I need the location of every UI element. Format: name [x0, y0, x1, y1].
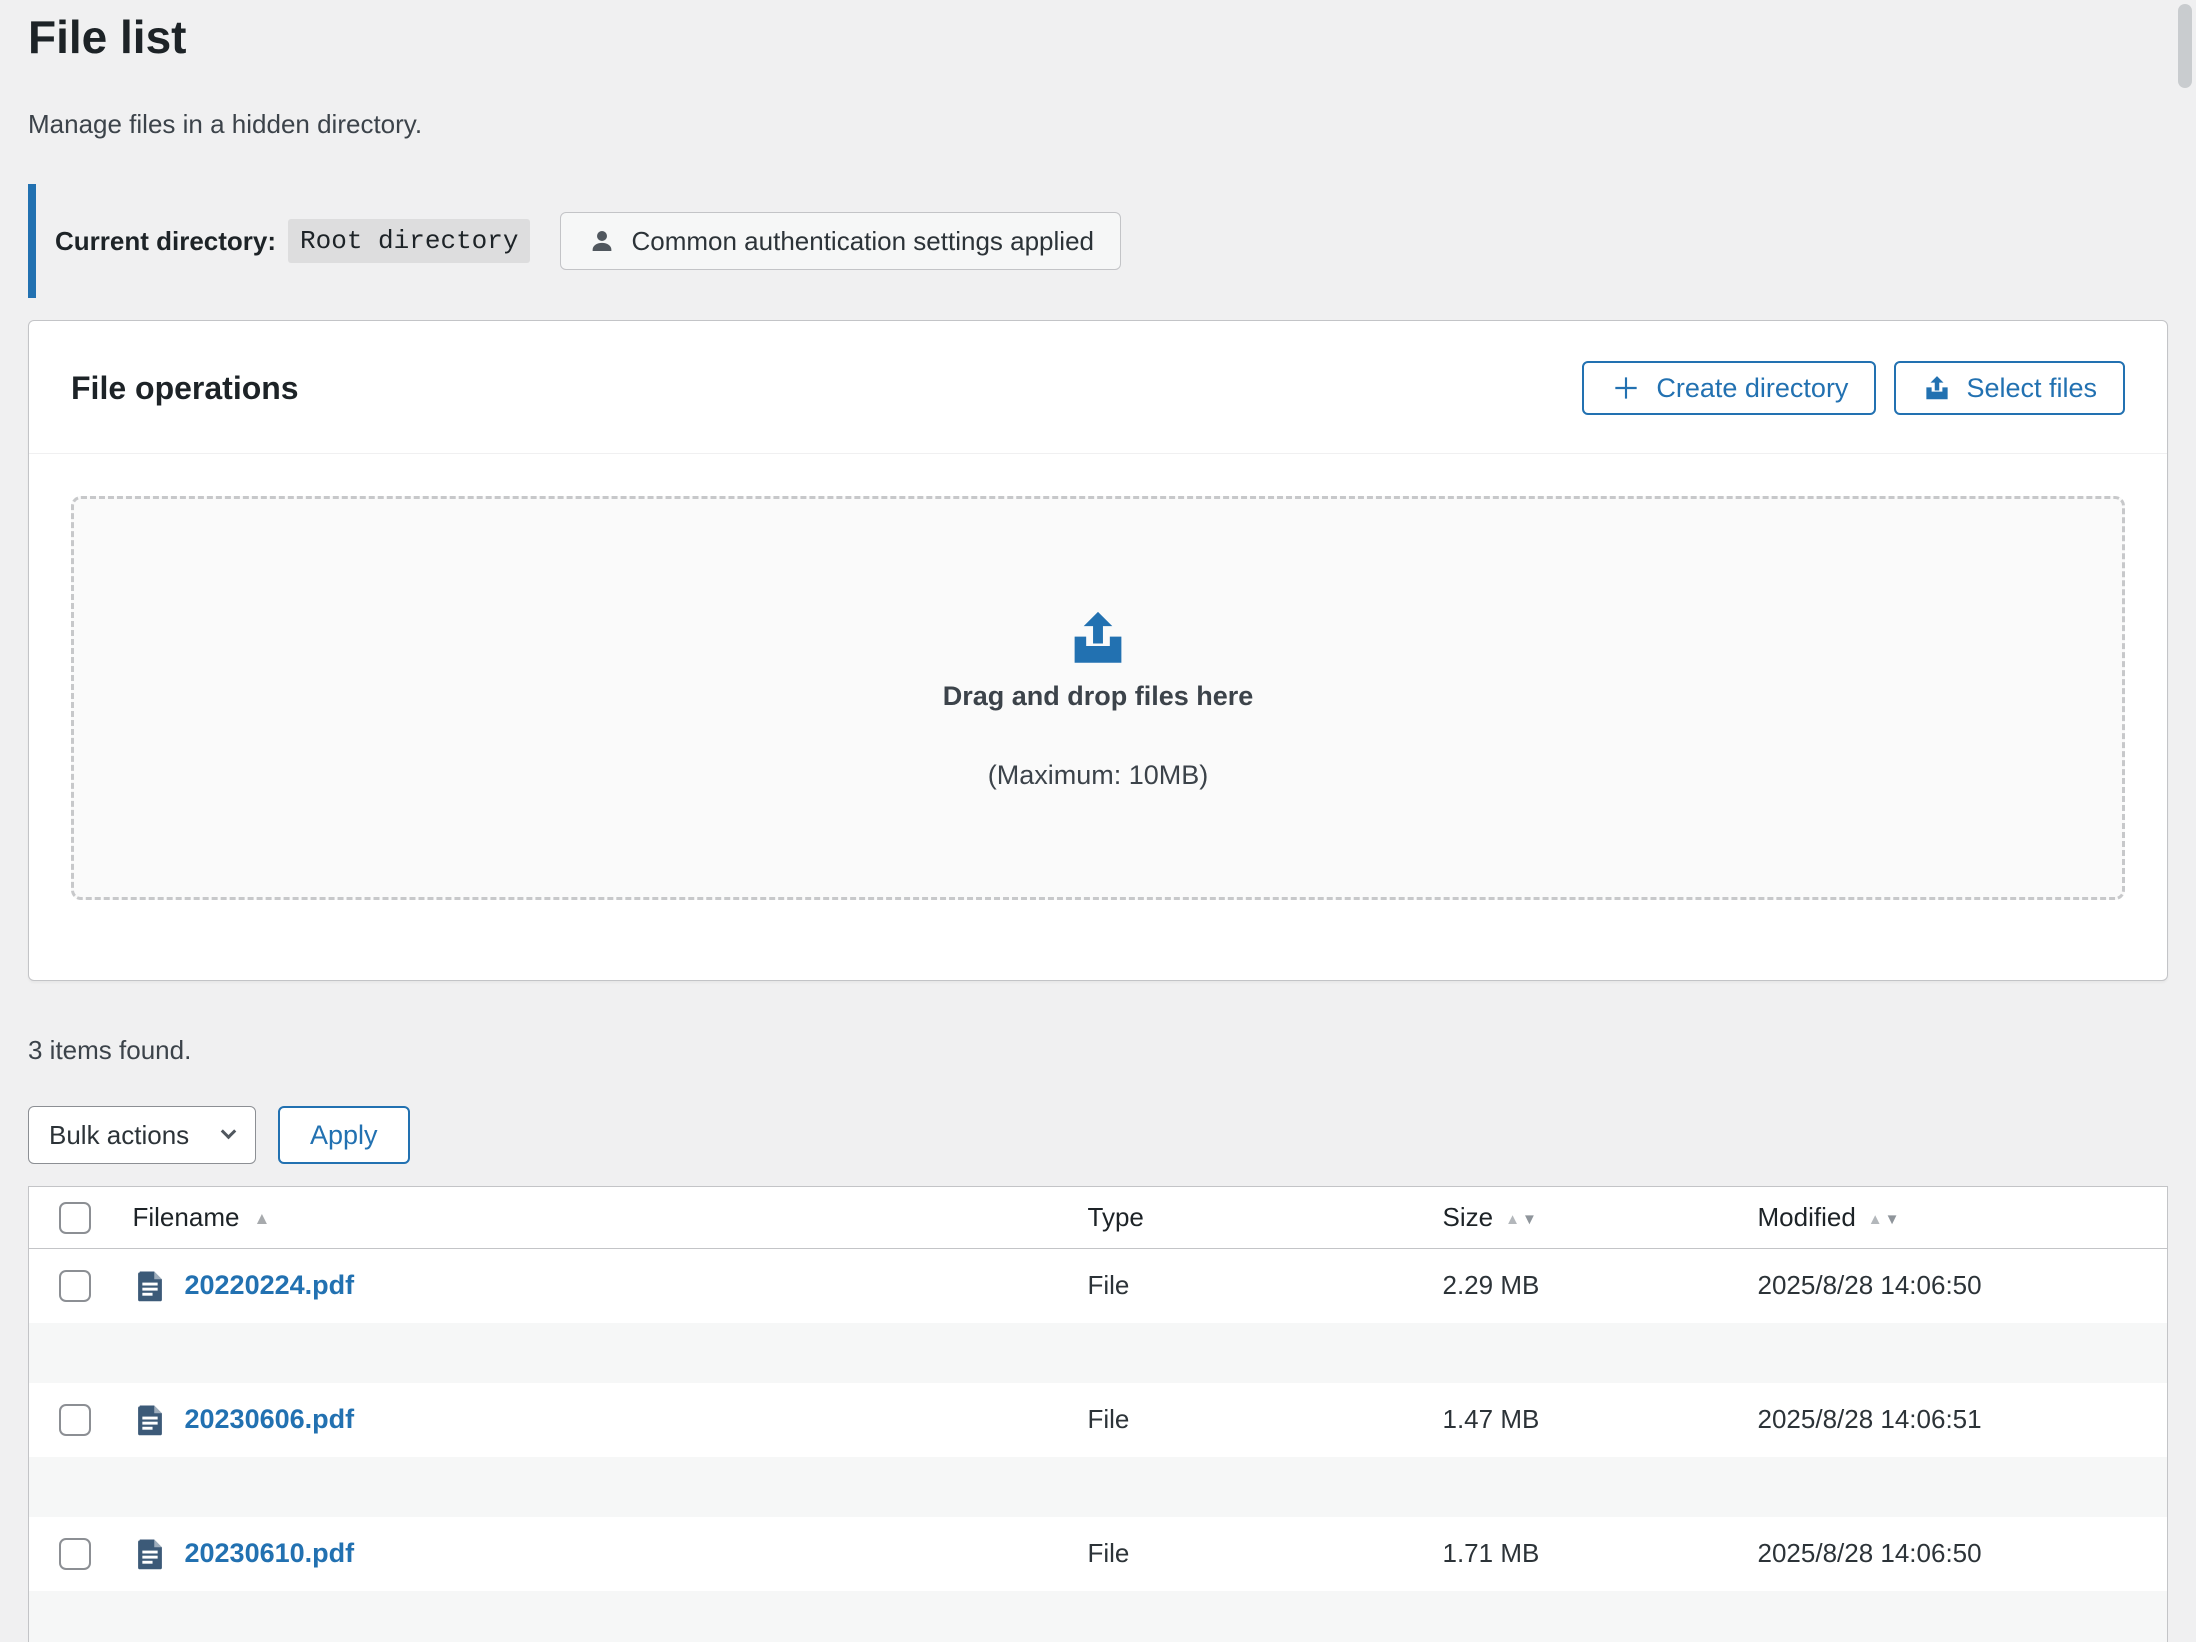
- apply-button[interactable]: Apply: [278, 1106, 410, 1165]
- sort-icons: ▲▼: [1867, 1211, 1902, 1229]
- row-actions-area: [28, 1456, 2168, 1517]
- dropzone-text: Drag and drop files here: [942, 681, 1254, 712]
- select-all-checkbox[interactable]: [59, 1201, 91, 1234]
- row-actions-area: [28, 1590, 2168, 1642]
- file-icon: [133, 1269, 167, 1303]
- card-header-actions: Create directory Select files: [1582, 361, 2125, 416]
- row-actions-area: [28, 1322, 2168, 1383]
- cell-modified: 2025/8/28 14:06:50: [1757, 1248, 2168, 1323]
- current-directory-value: Root directory: [288, 219, 531, 264]
- content: File list Manage files in a hidden direc…: [0, 0, 2196, 1642]
- auth-settings-badge[interactable]: Common authentication settings applied: [560, 212, 1121, 271]
- bulk-actions-row: Bulk actions Apply: [28, 1106, 2168, 1165]
- items-found-text: 3 items found.: [28, 1035, 192, 1066]
- file-list-table: Filename ▲ Type Size ▲▼ Modified ▲▼ 2022…: [28, 1186, 2168, 1642]
- file-operations-title: File operations: [71, 369, 299, 406]
- upload-icon: [1065, 605, 1131, 671]
- file-link[interactable]: 20220224.pdf: [185, 1270, 355, 1301]
- select-files-button[interactable]: Select files: [1894, 361, 2125, 416]
- column-header-type: Type: [1087, 1186, 1443, 1250]
- card-body: Drag and drop files here (Maximum: 10MB): [29, 454, 2167, 980]
- file-icon: [133, 1403, 167, 1437]
- cell-type: File: [1087, 1516, 1443, 1591]
- auth-settings-badge-label: Common authentication settings applied: [631, 225, 1094, 256]
- select-files-label: Select files: [1966, 372, 2097, 403]
- file-link[interactable]: 20230610.pdf: [185, 1538, 355, 1569]
- table-row: 20220224.pdf File 2.29 MB 2025/8/28 14:0…: [28, 1248, 2168, 1323]
- cell-type: File: [1087, 1248, 1443, 1323]
- sort-asc-icon: ▲: [253, 1209, 271, 1229]
- column-header-size[interactable]: Size ▲▼: [1442, 1186, 1758, 1250]
- dropzone-hint: (Maximum: 10MB): [987, 760, 1209, 791]
- row-checkbox[interactable]: [59, 1403, 91, 1436]
- table-row: 20230606.pdf File 1.47 MB 2025/8/28 14:0…: [28, 1382, 2168, 1457]
- page: File list Manage files in a hidden direc…: [0, 0, 2196, 1642]
- select-all-cell: [28, 1186, 133, 1250]
- current-directory-label: Current directory:: [55, 225, 277, 256]
- cell-size: 1.71 MB: [1442, 1516, 1758, 1591]
- sort-icons: ▲▼: [1505, 1211, 1539, 1229]
- cell-filename: 20230610.pdf: [132, 1516, 1088, 1591]
- person-icon: [587, 226, 617, 256]
- column-header-modified[interactable]: Modified ▲▼: [1757, 1186, 2168, 1250]
- cell-modified: 2025/8/28 14:06:51: [1757, 1382, 2168, 1457]
- row-checkbox-cell: [28, 1516, 133, 1591]
- current-directory-notice: Current directory: Root directory Common…: [28, 184, 2168, 299]
- cell-filename: 20230606.pdf: [132, 1382, 1088, 1457]
- file-link[interactable]: 20230606.pdf: [185, 1404, 355, 1435]
- table-header-row: Filename ▲ Type Size ▲▼ Modified ▲▼: [28, 1186, 2168, 1250]
- row-checkbox-cell: [28, 1248, 133, 1323]
- row-checkbox[interactable]: [59, 1269, 91, 1302]
- file-operations-card: File operations Create directory Select …: [28, 320, 2168, 982]
- page-title: File list: [28, 11, 187, 63]
- cell-modified: 2025/8/28 14:06:50: [1757, 1516, 2168, 1591]
- cell-size: 2.29 MB: [1442, 1248, 1758, 1323]
- scrollbar-thumb[interactable]: [2178, 4, 2192, 88]
- page-subtitle: Manage files in a hidden directory.: [28, 109, 423, 140]
- row-checkbox-cell: [28, 1382, 133, 1457]
- file-icon: [133, 1537, 167, 1571]
- bulk-actions-select-wrap: Bulk actions: [28, 1106, 256, 1165]
- create-directory-button[interactable]: Create directory: [1582, 361, 1877, 416]
- column-header-filename[interactable]: Filename ▲: [132, 1186, 1088, 1250]
- cell-filename: 20220224.pdf: [132, 1248, 1088, 1323]
- dropzone[interactable]: Drag and drop files here (Maximum: 10MB): [71, 496, 2125, 901]
- bulk-actions-select[interactable]: Bulk actions: [28, 1106, 256, 1165]
- upload-icon: [1922, 373, 1952, 403]
- plus-icon: [1610, 372, 1642, 404]
- cell-type: File: [1087, 1382, 1443, 1457]
- row-checkbox[interactable]: [59, 1537, 91, 1570]
- card-header: File operations Create directory Select …: [29, 321, 2167, 455]
- cell-size: 1.47 MB: [1442, 1382, 1758, 1457]
- create-directory-label: Create directory: [1656, 372, 1849, 403]
- table-row: 20230610.pdf File 1.71 MB 2025/8/28 14:0…: [28, 1516, 2168, 1591]
